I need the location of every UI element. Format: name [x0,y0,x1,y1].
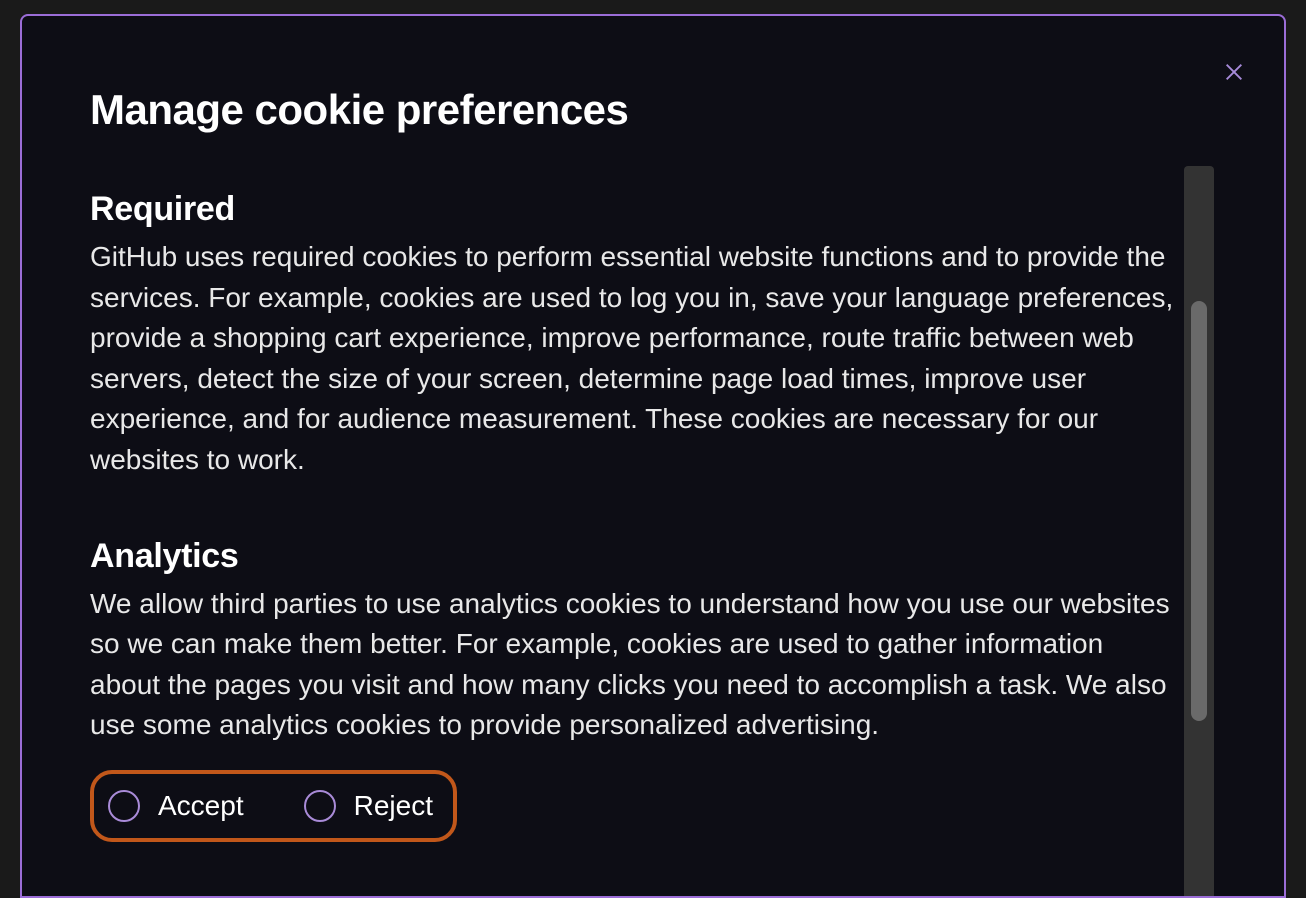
scrollbar-thumb[interactable] [1191,301,1207,721]
section-required: Required GitHub uses required cookies to… [90,190,1176,481]
analytics-radio-group: Accept Reject [90,770,457,842]
section-heading: Required [90,190,1176,229]
analytics-accept-option[interactable]: Accept [108,790,244,822]
radio-label: Accept [158,790,244,822]
section-heading: Analytics [90,537,1176,576]
dialog-content: Manage cookie preferences Required GitHu… [22,16,1284,896]
radio-icon [304,790,336,822]
close-button[interactable] [1220,58,1248,86]
dialog-title: Manage cookie preferences [90,86,1216,134]
analytics-reject-option[interactable]: Reject [304,790,433,822]
scroll-area: Required GitHub uses required cookies to… [90,190,1216,840]
cookie-preferences-dialog: Manage cookie preferences Required GitHu… [20,14,1286,898]
sections-container: Required GitHub uses required cookies to… [90,190,1216,842]
close-icon [1223,61,1245,83]
section-body: We allow third parties to use analytics … [90,584,1176,746]
radio-label: Reject [354,790,433,822]
section-analytics: Analytics We allow third parties to use … [90,537,1176,842]
radio-icon [108,790,140,822]
scrollbar-track[interactable] [1184,166,1214,898]
section-body: GitHub uses required cookies to perform … [90,237,1176,481]
